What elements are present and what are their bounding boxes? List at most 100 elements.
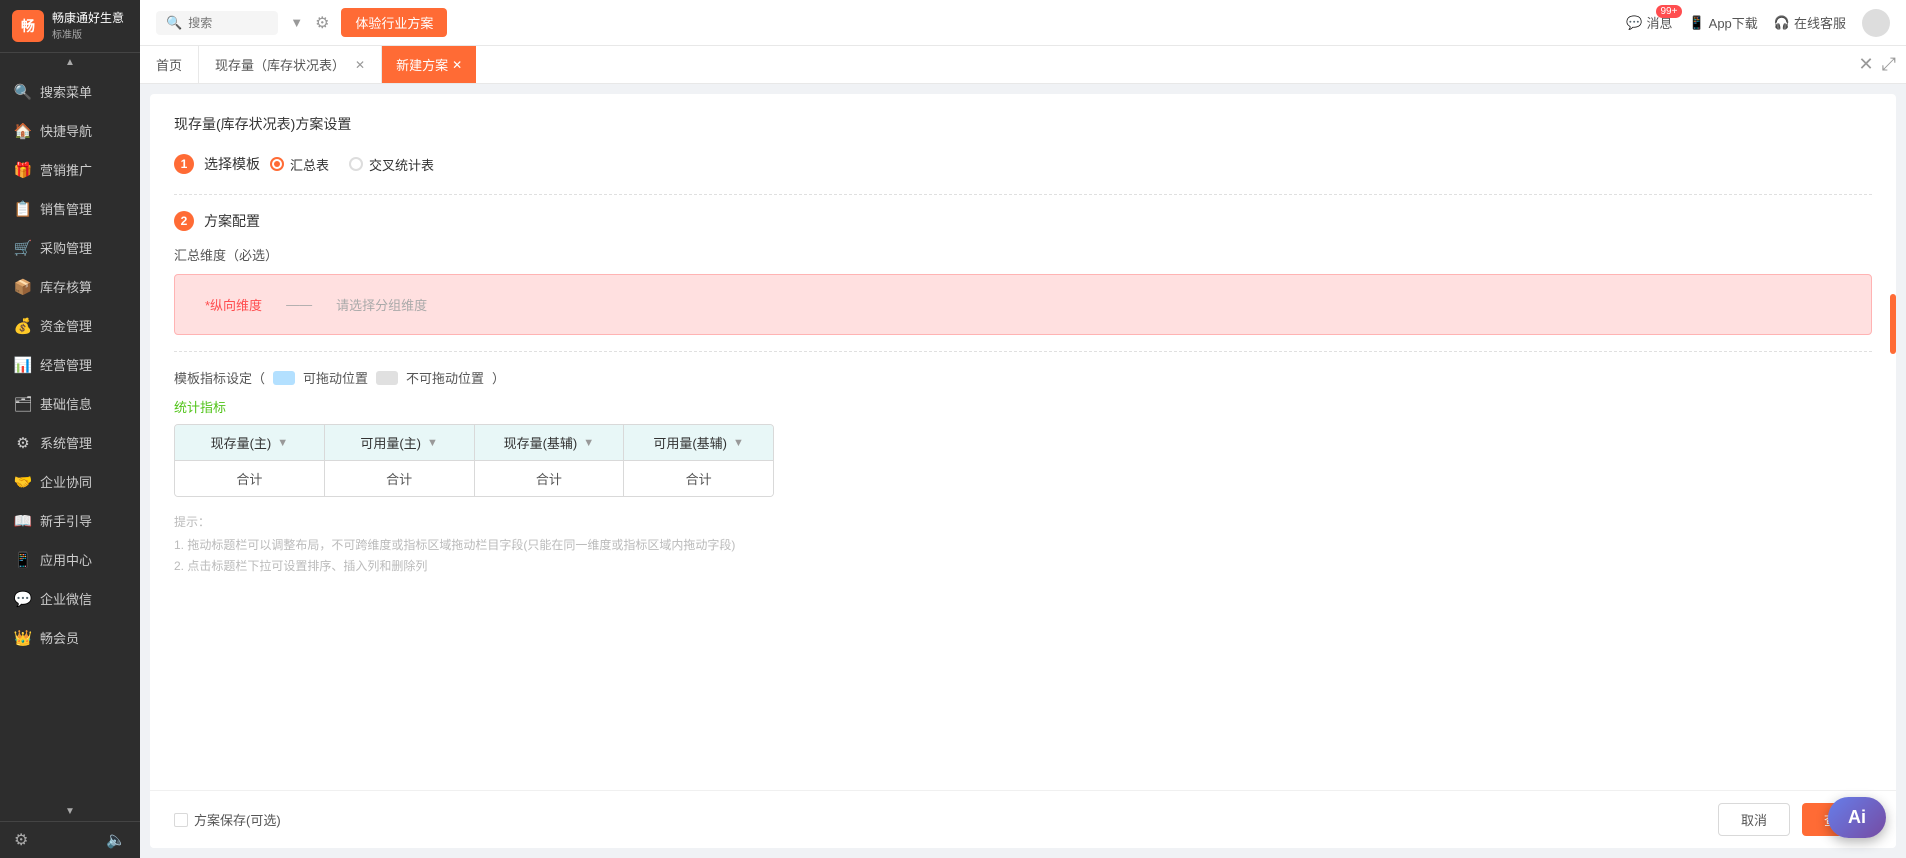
sidebar-item-inventory[interactable]: 📦 库存核算	[0, 267, 140, 306]
sidebar-item-label-guide: 新手引导	[40, 511, 92, 530]
gear-icon: ⚙	[14, 434, 32, 452]
tab-new-close-icon[interactable]: ✕	[452, 58, 462, 72]
save-option[interactable]: 方案保存(可选)	[174, 810, 281, 829]
sidebar-item-label-sales: 销售管理	[40, 199, 92, 218]
home-icon: 🏠	[14, 122, 32, 140]
step2-section: 2 方案配置 汇总维度（必选） *纵向维度 —— 请选择分组维度 模板	[174, 211, 1872, 574]
folder-icon: 🗂	[14, 395, 32, 413]
divider2	[174, 351, 1872, 352]
fixed-badge	[376, 371, 398, 385]
sidebar-logo: 畅 畅康通好生意 标准版	[0, 0, 140, 53]
radio-summary-dot	[270, 157, 284, 171]
handshake-icon: 🤝	[14, 473, 32, 491]
radio-cross[interactable]: 交叉统计表	[349, 155, 434, 174]
sidebar-item-basic[interactable]: 🗂 基础信息	[0, 384, 140, 423]
sidebar-item-search[interactable]: 🔍 搜索菜单	[0, 72, 140, 111]
sidebar-item-apps[interactable]: 📱 应用中心	[0, 540, 140, 579]
stats-cell-2: 合计	[475, 461, 625, 496]
sidebar-item-finance[interactable]: 💰 资金管理	[0, 306, 140, 345]
stats-col-dropdown-3[interactable]: ▼	[733, 437, 744, 449]
cancel-button[interactable]: 取消	[1718, 803, 1790, 836]
topbar-message[interactable]: 💬 消息 99+	[1626, 13, 1672, 32]
sidebar-item-label-wechat: 企业微信	[40, 589, 92, 608]
stats-col-2[interactable]: 现存量(基辅) ▼	[475, 425, 625, 460]
save-label: 方案保存(可选)	[194, 810, 281, 829]
movable-label: 可拖动位置	[303, 368, 368, 387]
sidebar-item-marketing[interactable]: 🎁 营销推广	[0, 150, 140, 189]
sidebar-item-label-operations: 经营管理	[40, 355, 92, 374]
stats-col-1[interactable]: 可用量(主) ▼	[325, 425, 475, 460]
tab-inventory-close[interactable]: ✕	[355, 58, 365, 72]
headset-icon: 🎧	[1774, 15, 1790, 31]
sidebar-item-sales[interactable]: 📋 销售管理	[0, 189, 140, 228]
stats-col-dropdown-1[interactable]: ▼	[427, 437, 438, 449]
message-icon: 💬	[1626, 15, 1642, 31]
dimension-placeholder: 请选择分组维度	[336, 295, 427, 314]
user-avatar[interactable]	[1862, 9, 1890, 37]
save-checkbox[interactable]	[174, 813, 188, 827]
content-area: 现存量(库存状况表)方案设置 1 选择模板 汇总表	[140, 84, 1906, 858]
chart-icon: 📊	[14, 356, 32, 374]
topbar-app-download[interactable]: 📱 App下载	[1688, 13, 1757, 32]
sidebar-scroll-up[interactable]: ▲	[0, 53, 140, 72]
hint-num-2: 2.	[174, 559, 184, 573]
radio-summary-label: 汇总表	[290, 155, 329, 174]
step2-header: 2 方案配置	[174, 211, 1872, 231]
topbar-gear-icon[interactable]: ⚙	[315, 13, 329, 33]
trial-button[interactable]: 体验行业方案	[341, 8, 447, 37]
panel-window-controls: ✕ ⤢	[1849, 54, 1906, 75]
sidebar-item-label-apps: 应用中心	[40, 550, 92, 569]
hint-1: 1. 拖动标题栏可以调整布局，不可跨维度或指标区域拖动栏目字段(只能在同一维度或…	[174, 536, 1872, 553]
main-panel: 现存量(库存状况表)方案设置 1 选择模板 汇总表	[150, 94, 1896, 848]
dimension-box[interactable]: *纵向维度 —— 请选择分组维度	[174, 274, 1872, 335]
topbar-search-input[interactable]	[188, 16, 268, 30]
sidebar-item-members[interactable]: 👑 畅会员	[0, 618, 140, 657]
dimension-label: 汇总维度（必选）	[174, 245, 1872, 264]
sidebar-scroll-down[interactable]: ▼	[0, 802, 140, 821]
tab-home[interactable]: 首页	[140, 46, 199, 83]
scrollbar-handle[interactable]	[1890, 294, 1896, 354]
stats-cell-3: 合计	[624, 461, 773, 496]
panel-footer: 方案保存(可选) 取消 查询	[150, 790, 1896, 848]
phone-icon: 📱	[14, 551, 32, 569]
stats-col-label-2: 现存量(基辅)	[504, 433, 578, 452]
sidebar: 畅 畅康通好生意 标准版 ▲ 🔍 搜索菜单 🏠 快捷导航 🎁 营销推广 📋 销售…	[0, 0, 140, 858]
close-panel-icon[interactable]: ✕	[1859, 54, 1874, 75]
stats-col-label-1: 可用量(主)	[360, 433, 421, 452]
app-name-block: 畅康通好生意 标准版	[52, 11, 124, 42]
indicator-settings-label: 模板指标设定（ 可拖动位置 不可拖动位置 ）	[174, 368, 1872, 387]
sidebar-item-wechat[interactable]: 💬 企业微信	[0, 579, 140, 618]
clipboard-icon: 📋	[14, 200, 32, 218]
tab-inventory-label: 现存量（库存状况表）	[215, 55, 345, 74]
ai-badge[interactable]: Ai	[1828, 797, 1886, 838]
sidebar-item-label-cooperation: 企业协同	[40, 472, 92, 491]
sidebar-item-purchase[interactable]: 🛒 采购管理	[0, 228, 140, 267]
sidebar-item-cooperation[interactable]: 🤝 企业协同	[0, 462, 140, 501]
tab-new-scheme[interactable]: 新建方案 ✕	[382, 46, 476, 83]
sidebar-item-guide[interactable]: 📖 新手引导	[0, 501, 140, 540]
step1-title: 选择模板	[204, 154, 260, 174]
indicator-label-suffix: ）	[492, 368, 505, 387]
stats-table: 现存量(主) ▼ 可用量(主) ▼ 现存量(基辅) ▼	[174, 424, 774, 497]
sidebar-item-system[interactable]: ⚙ 系统管理	[0, 423, 140, 462]
sidebar-bottom: ⚙ 🔈	[0, 821, 140, 858]
stats-col-dropdown-2[interactable]: ▼	[583, 437, 594, 449]
topbar-search-box[interactable]: 🔍	[156, 11, 278, 35]
stats-col-dropdown-0[interactable]: ▼	[277, 437, 288, 449]
sidebar-item-operations[interactable]: 📊 经营管理	[0, 345, 140, 384]
topbar-dropdown-icon[interactable]: ▼	[290, 15, 303, 30]
stats-col-0[interactable]: 现存量(主) ▼	[175, 425, 325, 460]
stats-col-3[interactable]: 可用量(基辅) ▼	[624, 425, 773, 460]
settings-icon[interactable]: ⚙	[14, 830, 28, 850]
radio-summary[interactable]: 汇总表	[270, 155, 329, 174]
volume-icon[interactable]: 🔈	[106, 830, 126, 850]
tab-inventory-status[interactable]: 现存量（库存状况表） ✕	[199, 46, 382, 83]
sidebar-item-quicknav[interactable]: 🏠 快捷导航	[0, 111, 140, 150]
movable-badge	[273, 371, 295, 385]
topbar-customer-service[interactable]: 🎧 在线客服	[1774, 13, 1846, 32]
hint-label: 提示：	[174, 513, 1872, 530]
step1-badge: 1	[174, 154, 194, 174]
dimension-required: *纵向维度	[205, 295, 262, 314]
sidebar-item-label-members: 畅会员	[40, 628, 79, 647]
expand-panel-icon[interactable]: ⤢	[1882, 54, 1896, 75]
